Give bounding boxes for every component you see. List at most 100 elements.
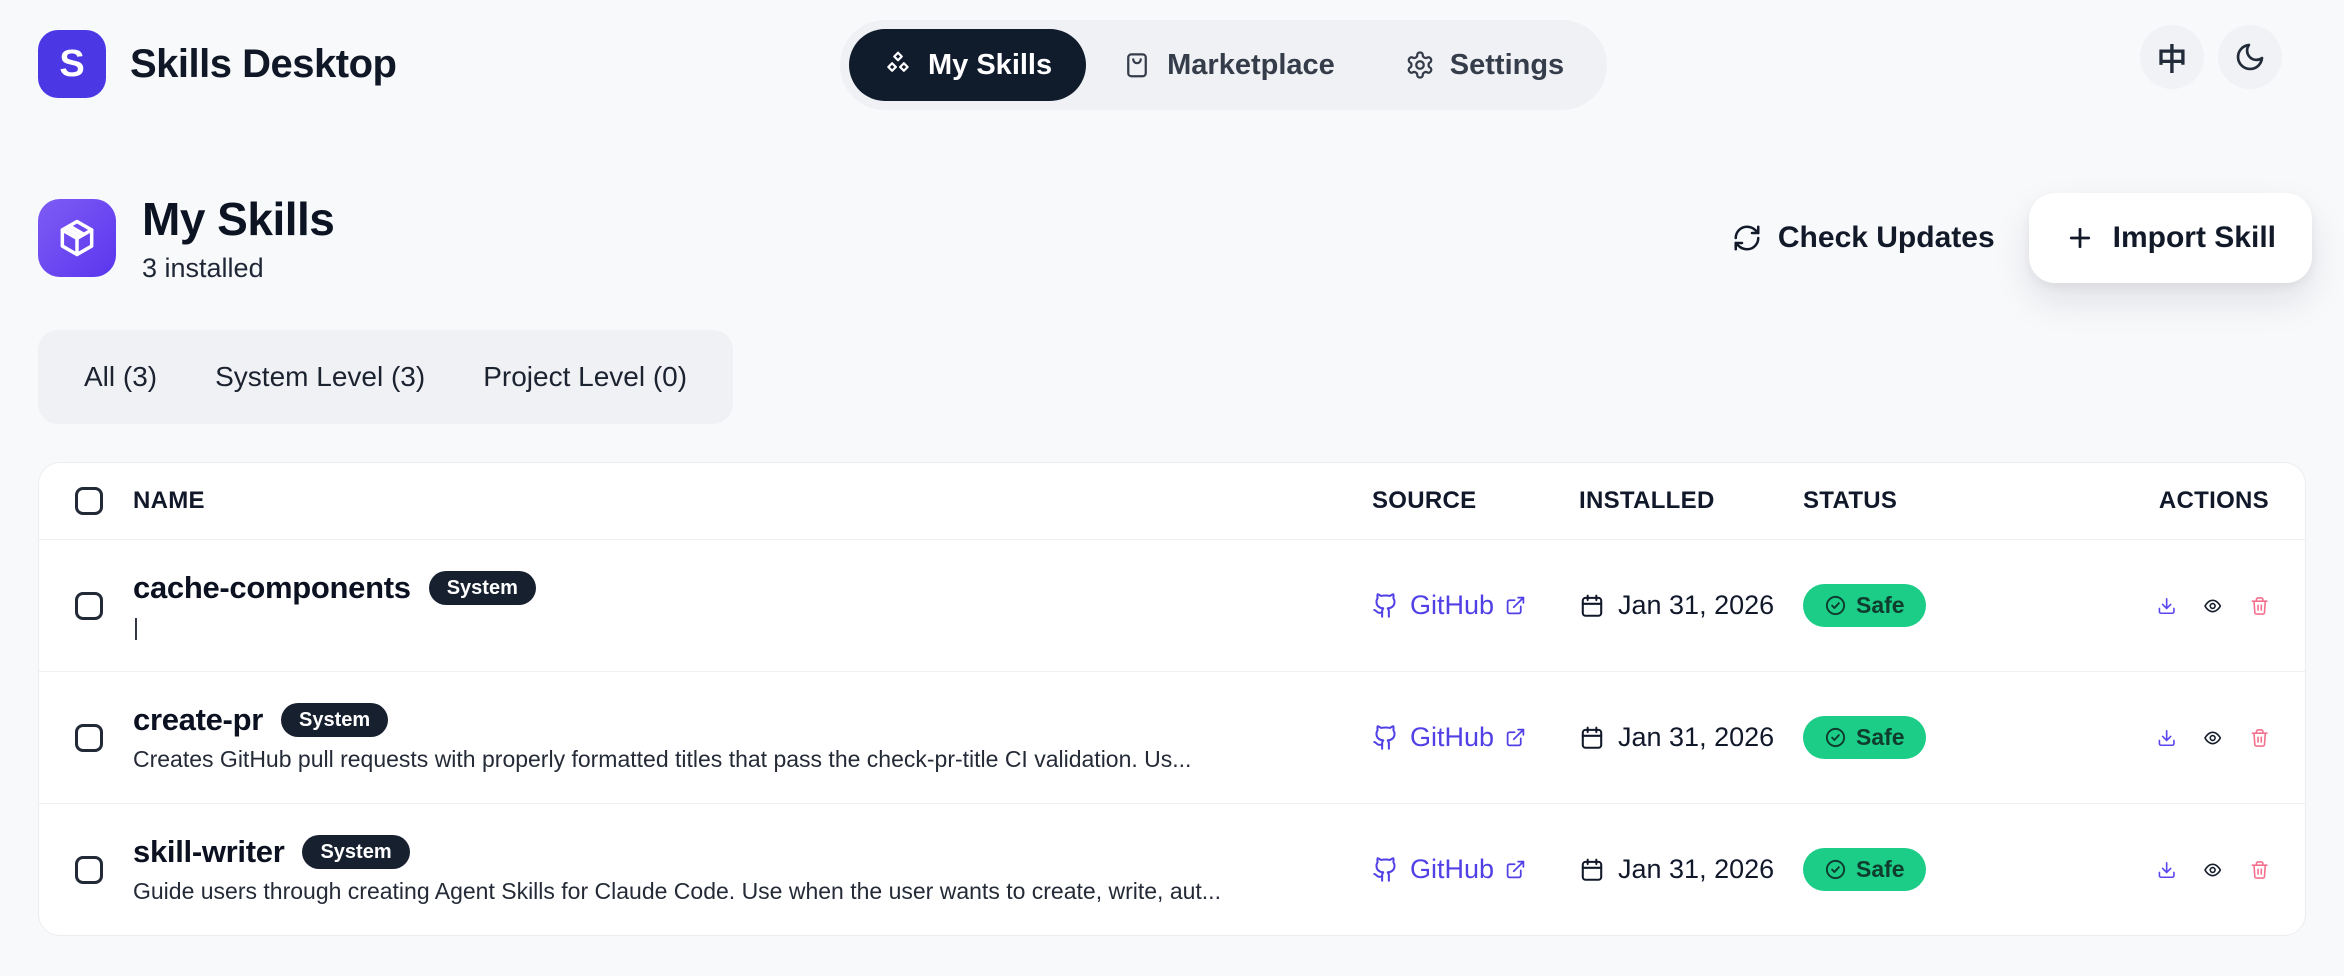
package-icon	[55, 216, 99, 260]
calendar-icon	[1579, 593, 1605, 619]
name-cell: cache-components System |	[133, 570, 1372, 641]
actions-cell	[2157, 591, 2269, 621]
status-cell: Safe	[1803, 848, 2157, 891]
moon-icon	[2234, 41, 2266, 73]
column-header-source: SOURCE	[1372, 487, 1579, 515]
top-bar: S Skills Desktop My Skills Marketplace S…	[0, 0, 2344, 130]
status-label: Safe	[1856, 858, 1905, 881]
plus-icon	[2065, 223, 2095, 253]
check-circle-icon	[1824, 594, 1847, 617]
table-row: create-pr System Creates GitHub pull req…	[39, 671, 2305, 803]
check-updates-button[interactable]: Check Updates	[1706, 201, 2021, 275]
skill-description: Guide users through creating Agent Skill…	[133, 878, 1342, 905]
check-circle-icon	[1824, 858, 1847, 881]
row-checkbox[interactable]	[75, 592, 103, 620]
external-link-icon	[1505, 859, 1526, 880]
nav-tab-label: Settings	[1450, 49, 1564, 82]
installed-cell: Jan 31, 2026	[1579, 854, 1803, 885]
actions-cell	[2157, 723, 2269, 753]
eye-icon[interactable]	[2203, 591, 2222, 621]
import-skill-button[interactable]: Import Skill	[2029, 193, 2312, 283]
name-cell: skill-writer System Guide users through …	[133, 834, 1372, 905]
github-link[interactable]: GitHub	[1372, 854, 1579, 885]
nav-tab-label: My Skills	[928, 49, 1052, 82]
actions-cell	[2157, 855, 2269, 885]
name-cell: create-pr System Creates GitHub pull req…	[133, 702, 1372, 773]
skill-description: |	[133, 614, 1342, 641]
status-cell: Safe	[1803, 584, 2157, 627]
source-label: GitHub	[1410, 722, 1494, 753]
topbar-actions: 中	[2140, 25, 2282, 89]
nav-tab-label: Marketplace	[1167, 49, 1335, 82]
theme-toggle-button[interactable]	[2218, 25, 2282, 89]
calendar-icon	[1579, 725, 1605, 751]
nav-tab-marketplace[interactable]: Marketplace	[1088, 29, 1369, 101]
table-header-row: NAME SOURCE INSTALLED STATUS ACTIONS	[39, 463, 2305, 539]
installed-date: Jan 31, 2026	[1618, 854, 1774, 885]
system-badge: System	[429, 571, 536, 605]
table-row: cache-components System | GitHub Jan 31,…	[39, 539, 2305, 671]
filter-tab-system-level[interactable]: System Level (3)	[215, 361, 425, 393]
app-title: Skills Desktop	[130, 42, 396, 87]
nav-tab-settings[interactable]: Settings	[1371, 29, 1598, 101]
calendar-icon	[1579, 857, 1605, 883]
external-link-icon	[1505, 595, 1526, 616]
trash-icon[interactable]	[2250, 591, 2269, 621]
trash-icon[interactable]	[2250, 855, 2269, 885]
app-logo: S	[38, 30, 106, 98]
skill-name: skill-writer	[133, 834, 284, 870]
github-link[interactable]: GitHub	[1372, 590, 1579, 621]
status-badge: Safe	[1803, 716, 1926, 759]
language-toggle-button[interactable]: 中	[2140, 25, 2204, 89]
nav-tab-my-skills[interactable]: My Skills	[849, 29, 1086, 101]
external-link-icon	[1505, 727, 1526, 748]
installed-cell: Jan 31, 2026	[1579, 590, 1803, 621]
main-nav: My Skills Marketplace Settings	[840, 20, 1607, 110]
github-icon	[1372, 724, 1399, 751]
import-skill-label: Import Skill	[2113, 221, 2276, 255]
check-updates-label: Check Updates	[1778, 221, 1995, 255]
status-badge: Safe	[1803, 848, 1926, 891]
installed-count: 3 installed	[142, 253, 334, 284]
page-header-actions: Check Updates Import Skill	[1706, 193, 2312, 283]
package-tile	[38, 199, 116, 277]
download-icon[interactable]	[2157, 591, 2176, 621]
page-header: My Skills 3 installed Check Updates Impo…	[0, 130, 2344, 284]
select-all-checkbox[interactable]	[75, 487, 103, 515]
trash-icon[interactable]	[2250, 723, 2269, 753]
github-icon	[1372, 592, 1399, 619]
page-title: My Skills	[142, 192, 334, 246]
filter-tab-all[interactable]: All (3)	[84, 361, 157, 393]
column-header-status: STATUS	[1803, 487, 2157, 515]
brand: S Skills Desktop	[38, 30, 396, 98]
page-header-left: My Skills 3 installed	[38, 192, 334, 284]
download-icon[interactable]	[2157, 855, 2176, 885]
system-badge: System	[281, 703, 388, 737]
github-link[interactable]: GitHub	[1372, 722, 1579, 753]
refresh-icon	[1732, 223, 1762, 253]
status-cell: Safe	[1803, 716, 2157, 759]
filter-tab-project-level[interactable]: Project Level (0)	[483, 361, 687, 393]
eye-icon[interactable]	[2203, 723, 2222, 753]
shopping-bag-icon	[1122, 50, 1152, 80]
gear-icon	[1405, 50, 1435, 80]
source-label: GitHub	[1410, 854, 1494, 885]
installed-date: Jan 31, 2026	[1618, 722, 1774, 753]
status-label: Safe	[1856, 594, 1905, 617]
column-header-name: NAME	[133, 487, 1372, 515]
installed-cell: Jan 31, 2026	[1579, 722, 1803, 753]
installed-date: Jan 31, 2026	[1618, 590, 1774, 621]
skill-name: cache-components	[133, 570, 411, 606]
column-header-actions: ACTIONS	[2157, 487, 2269, 515]
skill-description: Creates GitHub pull requests with proper…	[133, 746, 1342, 773]
github-icon	[1372, 856, 1399, 883]
row-checkbox[interactable]	[75, 856, 103, 884]
status-label: Safe	[1856, 726, 1905, 749]
source-label: GitHub	[1410, 590, 1494, 621]
row-checkbox[interactable]	[75, 724, 103, 752]
blocks-icon	[883, 50, 913, 80]
eye-icon[interactable]	[2203, 855, 2222, 885]
column-header-installed: INSTALLED	[1579, 487, 1803, 515]
system-badge: System	[302, 835, 409, 869]
download-icon[interactable]	[2157, 723, 2176, 753]
